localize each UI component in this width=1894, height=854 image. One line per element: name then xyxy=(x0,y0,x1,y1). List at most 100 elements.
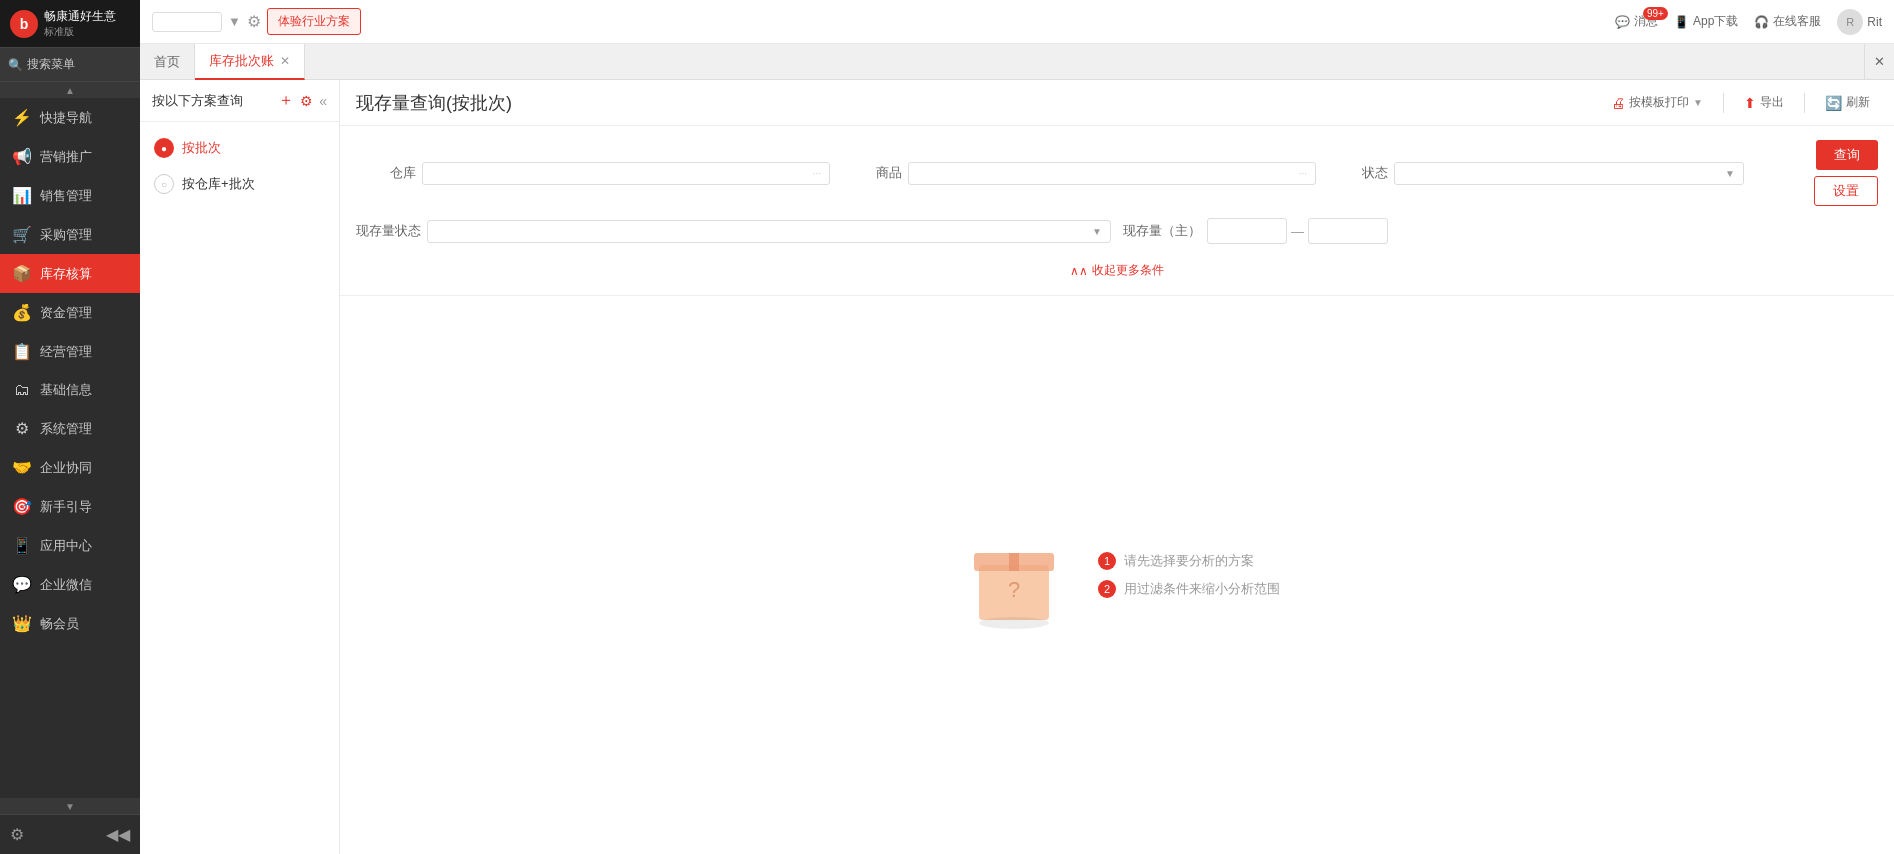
sidebar-item-wechat[interactable]: 💬 企业微信 xyxy=(0,565,140,604)
company-name: 畅康通好生意 xyxy=(44,8,116,25)
sidebar-item-label: 企业微信 xyxy=(40,576,92,594)
sidebar-item-enterprise[interactable]: 🤝 企业协同 xyxy=(0,448,140,487)
sidebar-item-purchase[interactable]: 🛒 采购管理 xyxy=(0,215,140,254)
tip1-num: 1 xyxy=(1098,552,1116,570)
scheme-settings-btn[interactable]: ⚙ xyxy=(300,93,313,109)
stock-qty-from[interactable] xyxy=(1207,218,1287,244)
collapse-sidebar-icon[interactable]: ◀◀ xyxy=(106,825,130,844)
sidebar-header: b 畅康通好生意 标准版 xyxy=(0,0,140,48)
tabbar: 首页 库存批次账 ✕ ✕ xyxy=(140,44,1894,80)
batch-scheme-icon: ● xyxy=(154,138,174,158)
filter-form: 仓库 ··· 商品 ··· 状态 xyxy=(340,126,1894,296)
sidebar-item-inventory[interactable]: 📦 库存核算 xyxy=(0,254,140,293)
collapse-chevron-icon: ∧∧ xyxy=(1070,264,1088,278)
export-label: 导出 xyxy=(1760,94,1784,111)
filter-item-by-warehouse-batch[interactable]: ○ 按仓库+批次 xyxy=(140,166,339,202)
sales-icon: 📊 xyxy=(12,186,32,205)
query-btn[interactable]: 查询 xyxy=(1816,140,1878,170)
goods-input[interactable]: ··· xyxy=(908,162,1316,185)
refresh-btn[interactable]: 🔄 刷新 xyxy=(1817,90,1878,115)
basic-info-icon: 🗂 xyxy=(12,381,32,399)
stock-status-dropdown-icon: ▼ xyxy=(1092,226,1102,237)
empty-tips: 1 请先选择要分析的方案 2 用过滤条件来缩小分析范围 xyxy=(1098,552,1280,598)
empty-state: ? 1 请先选择要分析的方案 2 用过滤条件来缩小分析范围 xyxy=(340,296,1894,854)
breadcrumb-input[interactable] xyxy=(152,12,222,32)
collapse-more-btn[interactable]: ∧∧ 收起更多条件 xyxy=(356,256,1878,281)
status-dropdown-icon: ▼ xyxy=(1725,168,1735,179)
topbar-left: ▼ ⚙ 体验行业方案 xyxy=(152,8,1607,35)
app-download-btn[interactable]: 📱 App下载 xyxy=(1674,13,1738,30)
online-service-btn[interactable]: 🎧 在线客服 xyxy=(1754,13,1821,30)
stock-status-field: 现存量状态 ▼ xyxy=(356,220,1111,243)
svg-point-4 xyxy=(979,617,1049,629)
sidebar-item-sales[interactable]: 📊 销售管理 xyxy=(0,176,140,215)
tip1-text: 请先选择要分析的方案 xyxy=(1124,552,1254,570)
empty-tip-1: 1 请先选择要分析的方案 xyxy=(1098,552,1280,570)
user-profile[interactable]: R Rit xyxy=(1837,9,1882,35)
sidebar-item-label: 采购管理 xyxy=(40,226,92,244)
marketing-icon: 📢 xyxy=(12,147,32,166)
messages-btn[interactable]: 💬 消息 99+ xyxy=(1615,13,1658,30)
sidebar-item-system[interactable]: ⚙ 系统管理 xyxy=(0,409,140,448)
sidebar-search[interactable]: 🔍 搜索菜单 xyxy=(0,48,140,82)
finance-icon: 💰 xyxy=(12,303,32,322)
print-template-btn[interactable]: 🖨 按模板打印 ▼ xyxy=(1603,90,1711,115)
print-dropdown-icon[interactable]: ▼ xyxy=(1693,97,1703,108)
divider2 xyxy=(1804,93,1805,113)
sidebar-footer: ⚙ ◀◀ xyxy=(0,814,140,854)
tab-home[interactable]: 首页 xyxy=(140,44,195,80)
sidebar-item-basic-info[interactable]: 🗂 基础信息 xyxy=(0,371,140,409)
sidebar-item-label: 畅会员 xyxy=(40,615,79,633)
stock-status-select[interactable]: ▼ xyxy=(427,220,1111,243)
tab-close-icon[interactable]: ✕ xyxy=(280,54,290,68)
sidebar-item-guide[interactable]: 🎯 新手引导 xyxy=(0,487,140,526)
add-scheme-btn[interactable]: ＋ xyxy=(278,90,294,111)
sidebar-scroll-up[interactable]: ▲ xyxy=(0,82,140,98)
set-btn[interactable]: 设置 xyxy=(1814,176,1878,206)
message-badge: 99+ xyxy=(1643,7,1668,20)
settings-icon[interactable]: ⚙ xyxy=(10,825,24,844)
export-btn[interactable]: ⬆ 导出 xyxy=(1736,90,1792,115)
sidebar-item-app-center[interactable]: 📱 应用中心 xyxy=(0,526,140,565)
divider1 xyxy=(1723,93,1724,113)
app-logo: b xyxy=(10,10,38,38)
wechat-icon: 💬 xyxy=(12,575,32,594)
sidebar-scroll-down[interactable]: ▼ xyxy=(0,798,140,814)
system-icon: ⚙ xyxy=(12,419,32,438)
sidebar-item-label: 经营管理 xyxy=(40,343,92,361)
experience-btn[interactable]: 体验行业方案 xyxy=(267,8,361,35)
topbar: ▼ ⚙ 体验行业方案 💬 消息 99+ 📱 App下载 🎧 在线客服 R Rit xyxy=(140,0,1894,44)
tab-close-all-btn[interactable]: ✕ xyxy=(1864,44,1894,80)
stock-qty-to[interactable] xyxy=(1308,218,1388,244)
sidebar-item-label: 企业协同 xyxy=(40,459,92,477)
sidebar-item-finance[interactable]: 💰 资金管理 xyxy=(0,293,140,332)
collapse-filter-panel-btn[interactable]: « xyxy=(319,93,327,109)
topbar-gear-icon[interactable]: ⚙ xyxy=(247,12,261,31)
sidebar-item-quick-nav[interactable]: ⚡ 快捷导航 xyxy=(0,98,140,137)
filter-panel-title: 按以下方案查询 xyxy=(152,92,243,110)
filter-item-by-batch[interactable]: ● 按批次 xyxy=(140,130,339,166)
sidebar-item-member[interactable]: 👑 畅会员 xyxy=(0,604,140,643)
action-buttons: 查询 设置 xyxy=(1814,140,1878,206)
sidebar-item-operations[interactable]: 📋 经营管理 xyxy=(0,332,140,371)
tab-inventory-batch[interactable]: 库存批次账 ✕ xyxy=(195,44,305,80)
filter-item-label: 按仓库+批次 xyxy=(182,175,255,193)
sidebar-item-label: 营销推广 xyxy=(40,148,92,166)
sidebar-item-marketing[interactable]: 📢 营销推广 xyxy=(0,137,140,176)
collapse-label: 收起更多条件 xyxy=(1092,262,1164,279)
message-icon: 💬 xyxy=(1615,15,1630,29)
warehouse-input[interactable]: ··· xyxy=(422,162,830,185)
tab-home-label: 首页 xyxy=(154,53,180,71)
main-panel: 现存量查询(按批次) 🖨 按模板打印 ▼ ⬆ 导出 🔄 xyxy=(340,80,1894,854)
sidebar-item-label: 快捷导航 xyxy=(40,109,92,127)
phone-icon: 📱 xyxy=(1674,15,1689,29)
range-separator: — xyxy=(1291,224,1304,239)
status-select[interactable]: ▼ xyxy=(1394,162,1744,185)
search-icon: 🔍 xyxy=(8,58,23,72)
warehouse-more-icon: ··· xyxy=(813,168,821,179)
app-title-wrap: 畅康通好生意 标准版 xyxy=(44,8,116,39)
app-center-icon: 📱 xyxy=(12,536,32,555)
sidebar-item-label: 基础信息 xyxy=(40,381,92,399)
sidebar-item-label: 应用中心 xyxy=(40,537,92,555)
breadcrumb-dropdown-icon[interactable]: ▼ xyxy=(228,14,241,29)
